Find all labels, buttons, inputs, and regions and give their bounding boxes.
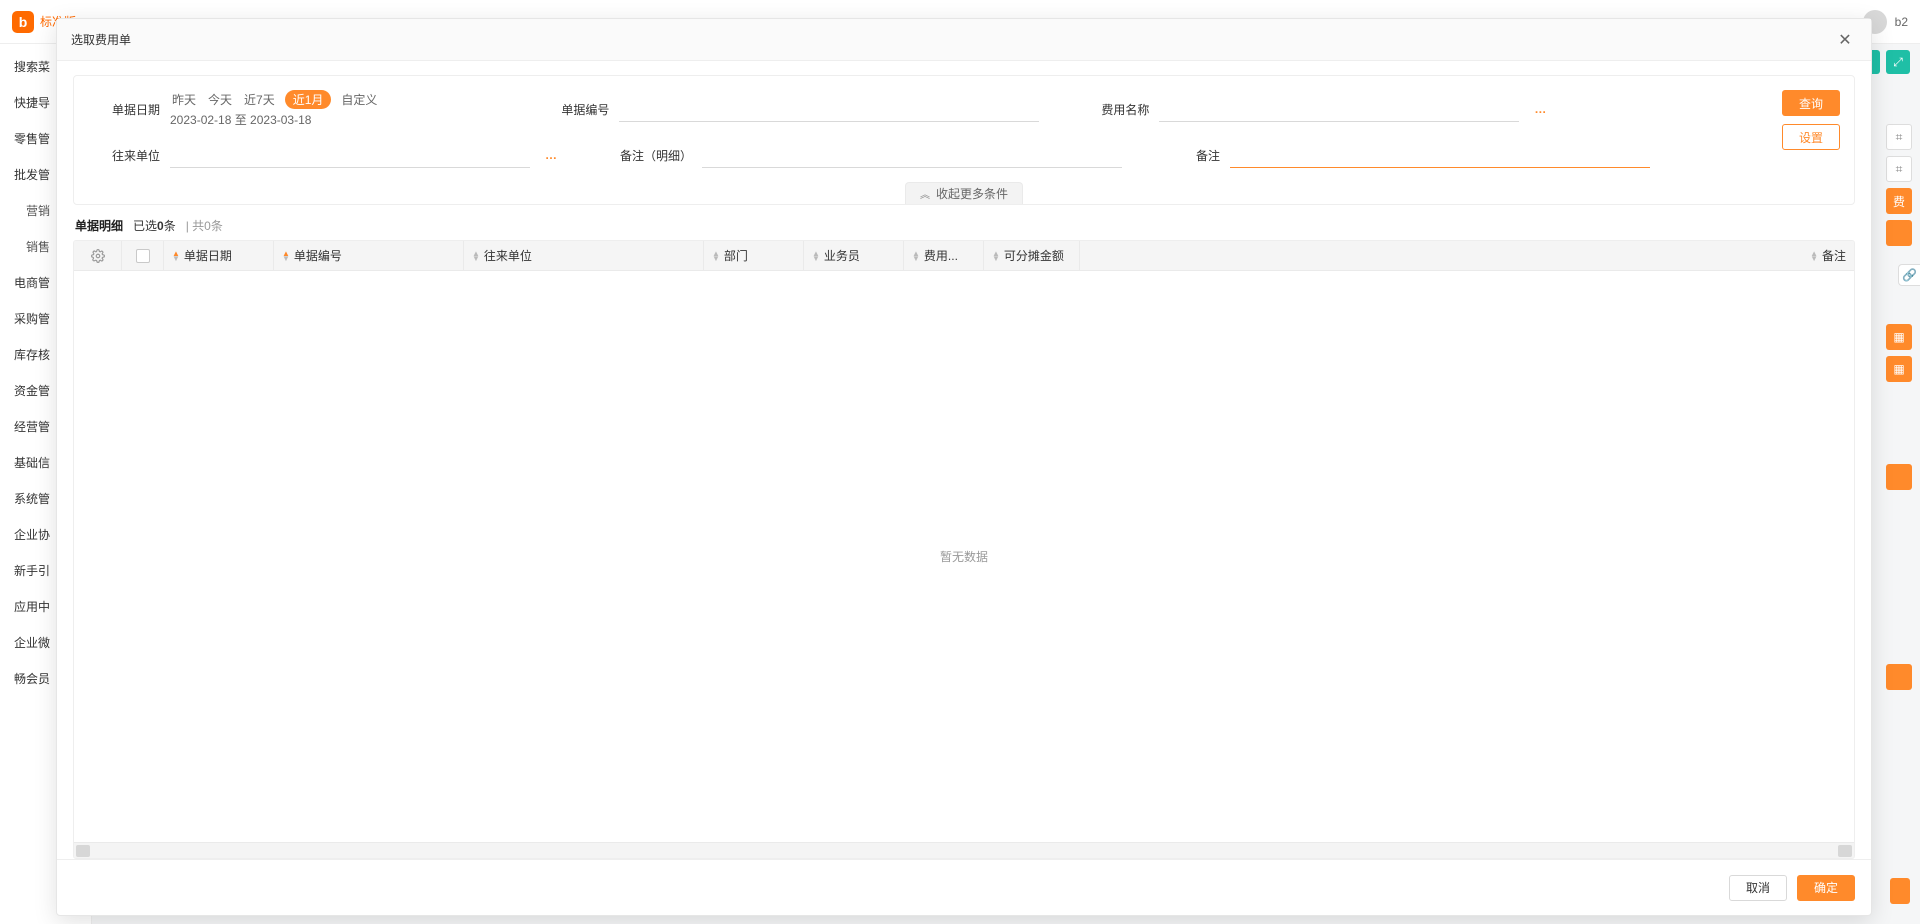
modal-title: 选取费用单 [71, 31, 131, 48]
party-input[interactable] [170, 142, 530, 168]
date-label: 单据日期 [90, 101, 160, 118]
sort-icon: ▲▼ [282, 251, 290, 261]
cancel-button[interactable]: 取消 [1729, 875, 1787, 901]
col-fee[interactable]: ▲▼ 费用... [904, 241, 984, 270]
collapse-label: 收起更多条件 [936, 185, 1008, 202]
section-title: 单据明细 [75, 217, 123, 234]
note-label: 备注 [1180, 147, 1220, 164]
col-note[interactable]: ▲▼ 备注 [1080, 241, 1854, 270]
code-label: 单据编号 [539, 101, 609, 118]
col-party[interactable]: ▲▼ 往来单位 [464, 241, 704, 270]
select-fee-modal: 选取费用单 ✕ 查询 设置 单据日期 昨天 今天 近7天 近1月 [56, 18, 1872, 916]
ok-button[interactable]: 确定 [1797, 875, 1855, 901]
sort-icon: ▲▼ [712, 251, 720, 261]
total-count: | 共0条 [186, 217, 223, 234]
note-detail-input[interactable] [702, 142, 1122, 168]
col-code[interactable]: ▲▼ 单据编号 [274, 241, 464, 270]
settings-button[interactable]: 设置 [1782, 124, 1840, 150]
close-icon[interactable]: ✕ [1833, 28, 1857, 52]
date-quick-7days[interactable]: 近7天 [242, 91, 277, 108]
collapse-filters-button[interactable]: ︽ 收起更多条件 [905, 182, 1023, 204]
results-table: ▲▼ 单据日期 ▲▼ 单据编号 ▲▼ 往来单位 ▲▼ 部门 ▲▼ 业务员 [73, 240, 1855, 859]
sort-icon: ▲▼ [1810, 251, 1818, 261]
date-quick-today[interactable]: 今天 [206, 91, 234, 108]
note-input[interactable] [1230, 142, 1650, 168]
sort-icon: ▲▼ [472, 251, 480, 261]
horizontal-scrollbar[interactable] [74, 842, 1854, 858]
code-input[interactable] [619, 96, 1039, 122]
sort-icon: ▲▼ [992, 251, 1000, 261]
fee-name-input[interactable] [1159, 96, 1519, 122]
scroll-left-icon[interactable] [76, 845, 90, 857]
sort-icon: ▲▼ [812, 251, 820, 261]
note-detail-label: 备注（明细） [602, 147, 692, 164]
col-amount[interactable]: ▲▼ 可分摊金额 [984, 241, 1080, 270]
party-label: 往来单位 [90, 147, 160, 164]
col-person[interactable]: ▲▼ 业务员 [804, 241, 904, 270]
query-button[interactable]: 查询 [1782, 90, 1840, 116]
fee-name-label: 费用名称 [1079, 101, 1149, 118]
date-quick-yesterday[interactable]: 昨天 [170, 91, 198, 108]
date-range-text: 2023-02-18 至 2023-03-18 [170, 111, 379, 128]
filter-panel: 查询 设置 单据日期 昨天 今天 近7天 近1月 自定义 2023-02-18 [73, 75, 1855, 205]
date-quick-1month[interactable]: 近1月 [285, 90, 332, 109]
gear-icon [91, 249, 105, 263]
fee-name-lookup-icon[interactable]: … [1529, 98, 1551, 120]
col-dept[interactable]: ▲▼ 部门 [704, 241, 804, 270]
party-lookup-icon[interactable]: … [540, 144, 562, 166]
select-all-checkbox[interactable] [122, 241, 164, 270]
sort-icon: ▲▼ [912, 251, 920, 261]
chevron-up-icon: ︽ [920, 186, 930, 201]
sort-icon: ▲▼ [172, 251, 180, 261]
selected-count: 已选0条 [133, 217, 176, 234]
table-settings-button[interactable] [74, 241, 122, 270]
date-quick-custom[interactable]: 自定义 [339, 91, 379, 108]
col-date[interactable]: ▲▼ 单据日期 [164, 241, 274, 270]
scroll-right-icon[interactable] [1838, 845, 1852, 857]
empty-state: 暂无数据 [74, 271, 1854, 842]
